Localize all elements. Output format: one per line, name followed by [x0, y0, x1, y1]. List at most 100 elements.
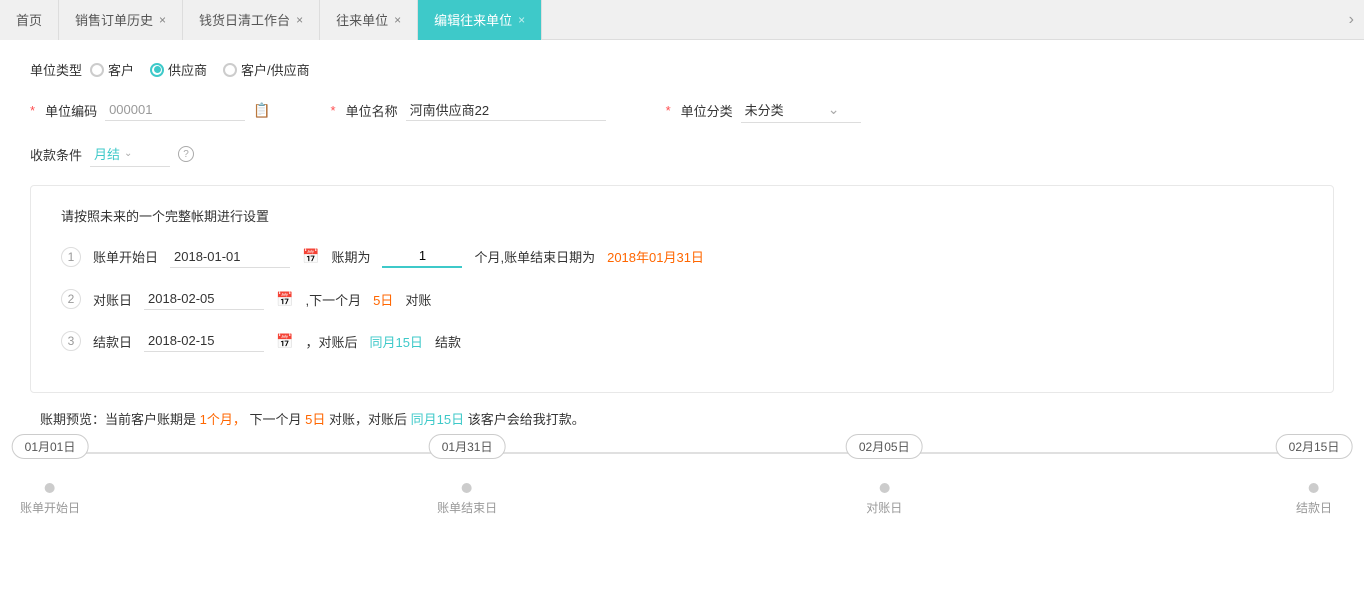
- payment-terms-arrow: ⌄: [124, 148, 132, 159]
- timeline-label-4: 结款日: [1296, 499, 1332, 516]
- period-row-1-number: 1: [61, 247, 81, 267]
- tab-home-label: 首页: [16, 10, 42, 29]
- timeline-dot-3: [879, 483, 889, 493]
- reconcile-date-input[interactable]: [144, 288, 264, 310]
- period-row-2-label: 对账日: [93, 290, 132, 309]
- period-month-label: 个月,账单结束日期为: [474, 247, 595, 266]
- timeline-pill-2: 01月31日: [429, 434, 506, 459]
- period-row-1-label: 账单开始日: [93, 247, 158, 266]
- tab-partner-units[interactable]: 往来单位 ×: [320, 0, 418, 40]
- payment-date-input[interactable]: [144, 330, 264, 352]
- radio-customer-circle: [90, 63, 104, 77]
- unit-code-icon[interactable]: 📋: [253, 102, 270, 119]
- preview-reconcile-suffix: 对账，对账后: [329, 412, 407, 427]
- timeline-label-2: 账单结束日: [437, 499, 497, 516]
- preview-payment-suffix: 该客户会给我打款。: [468, 412, 585, 427]
- tab-edit-partner-close[interactable]: ×: [518, 13, 525, 27]
- radio-group: 客户 供应商 客户/供应商: [90, 60, 310, 79]
- timeline-pill-3: 02月05日: [846, 434, 923, 459]
- tab-more-button[interactable]: ›: [1339, 11, 1364, 29]
- timeline-point-2: 01月31日 账单结束日: [429, 434, 506, 516]
- unit-type-row: 单位类型 客户 供应商 客户/供应商: [30, 60, 1334, 79]
- unit-category-dropdown[interactable]: 未分类 ⌄: [741, 97, 861, 123]
- unit-code-star: *: [30, 103, 35, 118]
- period-box: 请按照未来的一个完整帐期进行设置 1 账单开始日 📅 账期为 个月,账单结束日期…: [30, 185, 1334, 393]
- tab-sales-history[interactable]: 销售订单历史 ×: [59, 0, 183, 40]
- unit-name-label: 单位名称: [346, 101, 398, 120]
- payment-day: 同月15日: [369, 332, 422, 351]
- tab-cash-work[interactable]: 钱货日清工作台 ×: [183, 0, 320, 40]
- radio-customer-label: 客户: [108, 60, 134, 79]
- period-title: 请按照未来的一个完整帐期进行设置: [61, 206, 1303, 225]
- reconcile-prefix: ,下一个月: [305, 290, 361, 309]
- period-row-2: 2 对账日 📅 ,下一个月 5日 对账: [61, 288, 1303, 310]
- timeline-pill-1: 01月01日: [12, 434, 89, 459]
- tab-partner-units-close[interactable]: ×: [394, 13, 401, 27]
- start-date-input[interactable]: [170, 246, 290, 268]
- period-for-label: 账期为: [331, 247, 370, 266]
- reconcile-suffix: 对账: [405, 290, 431, 309]
- radio-supplier[interactable]: 供应商: [150, 60, 207, 79]
- unit-info-row: * 单位编码 📋 * 单位名称 * 单位分类 未分类 ⌄: [30, 97, 1334, 123]
- timeline-track: 01月01日 账单开始日 01月31日 账单结束日 02月05日 对账日: [40, 448, 1324, 458]
- tab-home[interactable]: 首页: [0, 0, 59, 40]
- preview-period: 1个月，: [200, 412, 246, 427]
- preview-reconcile-highlight: 5日: [305, 412, 325, 427]
- period-row-3-number: 3: [61, 331, 81, 351]
- unit-code-group: * 单位编码 📋: [30, 99, 271, 121]
- tab-bar: 首页 销售订单历史 × 钱货日清工作台 × 往来单位 × 编辑往来单位 × ›: [0, 0, 1364, 40]
- radio-customer[interactable]: 客户: [90, 60, 134, 79]
- period-row-3-label: 结款日: [93, 332, 132, 351]
- unit-category-label: 单位分类: [681, 101, 733, 120]
- reconcile-date-calendar[interactable]: 📅: [276, 291, 293, 308]
- unit-name-input[interactable]: [406, 99, 606, 121]
- unit-category-value: 未分类: [745, 100, 784, 119]
- unit-type-label: 单位类型: [30, 60, 82, 79]
- period-number-input[interactable]: [382, 245, 462, 268]
- preview-label: 账期预览：当前客户账期是: [40, 412, 196, 427]
- timeline-point-3: 02月05日 对账日: [846, 434, 923, 516]
- timeline-label-3: 对账日: [866, 499, 902, 516]
- period-row-3: 3 结款日 📅 ，对账后 同月15日 结款: [61, 330, 1303, 352]
- radio-both-circle: [223, 63, 237, 77]
- payment-prefix: ，对账后: [305, 332, 357, 351]
- preview-reconcile-prefix: 下一个月: [250, 412, 302, 427]
- payment-suffix: 结款: [435, 332, 461, 351]
- tab-cash-work-close[interactable]: ×: [296, 13, 303, 27]
- tab-edit-partner[interactable]: 编辑往来单位 ×: [418, 0, 542, 40]
- main-content: 单位类型 客户 供应商 客户/供应商 * 单位编码: [0, 40, 1364, 608]
- payment-terms-dropdown[interactable]: 月结 ⌄: [90, 141, 170, 167]
- radio-supplier-circle: [150, 63, 164, 77]
- reconcile-day: 5日: [373, 290, 393, 309]
- preview-text: 账期预览：当前客户账期是 1个月， 下一个月 5日 对账，对账后 同月15日 该…: [30, 409, 1334, 428]
- unit-category-arrow: ⌄: [828, 101, 840, 118]
- unit-name-group: * 单位名称: [331, 99, 606, 121]
- timeline-dot-4: [1309, 483, 1319, 493]
- timeline-dot-1: [45, 483, 55, 493]
- payment-terms-group: 收款条件 月结 ⌄ ?: [30, 141, 194, 167]
- unit-category-group: * 单位分类 未分类 ⌄: [666, 97, 861, 123]
- radio-supplier-label: 供应商: [168, 60, 207, 79]
- unit-name-star: *: [331, 103, 336, 118]
- start-date-calendar[interactable]: 📅: [302, 248, 319, 265]
- period-row-1: 1 账单开始日 📅 账期为 个月,账单结束日期为 2018年01月31日: [61, 245, 1303, 268]
- tab-partner-units-label: 往来单位: [336, 10, 388, 29]
- radio-both[interactable]: 客户/供应商: [223, 60, 310, 79]
- unit-type-group: 单位类型 客户 供应商 客户/供应商: [30, 60, 310, 79]
- payment-date-calendar[interactable]: 📅: [276, 333, 293, 350]
- payment-terms-label: 收款条件: [30, 145, 82, 164]
- timeline-dot-2: [462, 483, 472, 493]
- unit-code-input[interactable]: [105, 99, 245, 121]
- timeline-container: 01月01日 账单开始日 01月31日 账单结束日 02月05日 对账日: [40, 448, 1324, 458]
- unit-code-label: 单位编码: [45, 101, 97, 120]
- tab-edit-partner-label: 编辑往来单位: [434, 10, 512, 29]
- tab-cash-work-label: 钱货日清工作台: [199, 10, 290, 29]
- payment-terms-row: 收款条件 月结 ⌄ ?: [30, 141, 1334, 167]
- timeline-point-1: 01月01日 账单开始日: [12, 434, 89, 516]
- timeline-line: 01月01日 账单开始日 01月31日 账单结束日 02月05日 对账日: [50, 452, 1314, 454]
- unit-category-star: *: [666, 103, 671, 118]
- timeline-pill-4: 02月15日: [1276, 434, 1353, 459]
- payment-terms-help[interactable]: ?: [178, 146, 194, 162]
- radio-both-label: 客户/供应商: [241, 60, 310, 79]
- tab-sales-history-close[interactable]: ×: [159, 13, 166, 27]
